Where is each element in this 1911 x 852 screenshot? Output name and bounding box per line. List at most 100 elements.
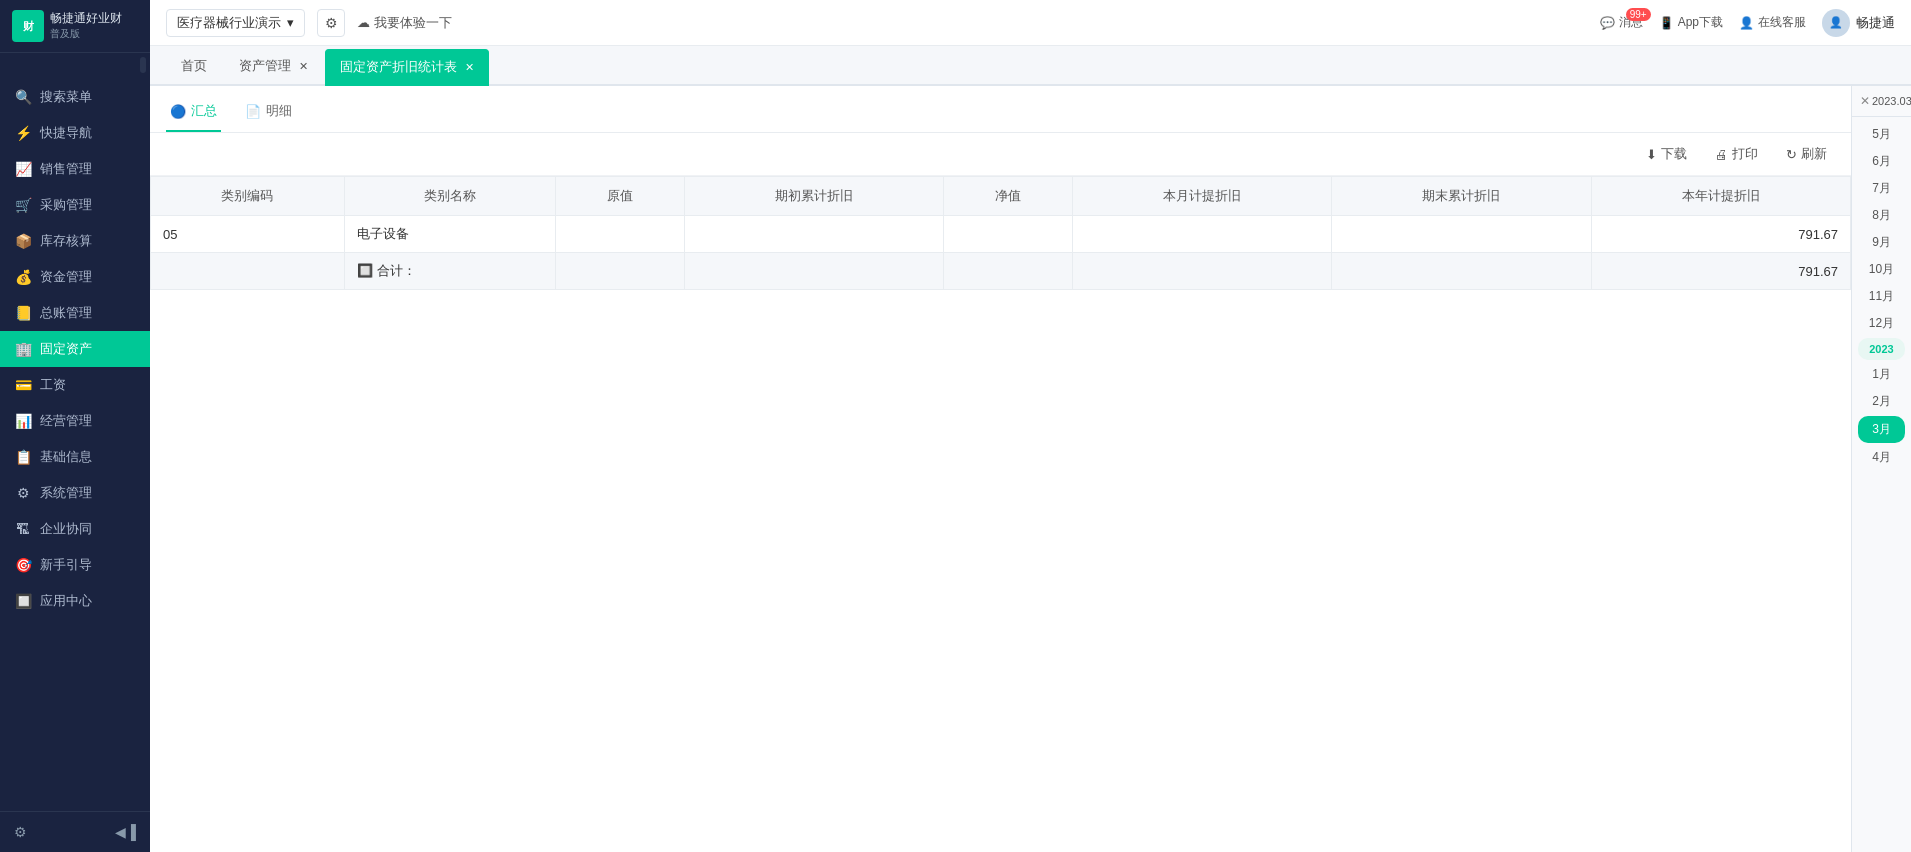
- col-header: 期末累计折旧: [1332, 177, 1591, 216]
- quicknav-icon: ⚡: [14, 125, 32, 141]
- date-list: 5月6月7月8月9月10月11月12月20231月2月3月4月: [1852, 117, 1911, 852]
- total-cell-label: 🔲合计：: [344, 253, 556, 290]
- date-item-4月[interactable]: 4月: [1852, 444, 1911, 471]
- table-header-row: 类别编码类别名称原值期初累计折旧净值本月计提折旧期末累计折旧本年计提折旧: [151, 177, 1851, 216]
- messages-badge: 99+: [1626, 8, 1651, 21]
- enterprise-icon: 🏗: [14, 521, 32, 537]
- sidebar-item-search[interactable]: 🔍 搜索菜单: [0, 79, 150, 115]
- date-item-7月[interactable]: 7月: [1852, 175, 1911, 202]
- sub-tab-icon-summary: 🔵: [170, 104, 186, 119]
- experience-button[interactable]: ☁ 我要体验一下: [357, 14, 452, 32]
- date-item-1月[interactable]: 1月: [1852, 361, 1911, 388]
- total-cell-code: [151, 253, 345, 290]
- total-cell: [556, 253, 684, 290]
- date-item-10月[interactable]: 10月: [1852, 256, 1911, 283]
- sub-tab-icon-detail: 📄: [245, 104, 261, 119]
- sidebar-label-operations: 经营管理: [40, 412, 92, 430]
- table-cell: 电子设备: [344, 216, 556, 253]
- sidebar-label-enterprise: 企业协同: [40, 520, 92, 538]
- operations-icon: 📊: [14, 413, 32, 429]
- sidebar-item-payroll[interactable]: 💳 工资: [0, 367, 150, 403]
- messages-button[interactable]: 💬 消息 99+: [1600, 14, 1643, 31]
- sidebar-bottom: ⚙ ◀▐: [0, 811, 150, 852]
- total-cell: [684, 253, 943, 290]
- date-item-2023[interactable]: 2023: [1858, 338, 1905, 360]
- company-selector[interactable]: 医疗器械行业演示 ▾: [166, 9, 305, 37]
- collapse-icon[interactable]: ◀▐: [111, 820, 140, 844]
- sub-tab-detail[interactable]: 📄 明细: [241, 96, 296, 132]
- app-download-button[interactable]: 📱 App下载: [1659, 14, 1723, 31]
- app-name: 畅捷通好业财: [50, 11, 122, 27]
- refresh-label: 刷新: [1801, 145, 1827, 163]
- sidebar-item-fixedasset[interactable]: 🏢 固定资产: [0, 331, 150, 367]
- sidebar-label-guide: 新手引导: [40, 556, 92, 574]
- sidebar-item-operations[interactable]: 📊 经营管理: [0, 403, 150, 439]
- tab-label-depreciation: 固定资产折旧统计表: [340, 58, 457, 76]
- tab-home[interactable]: 首页: [166, 48, 222, 84]
- refresh-icon: ↻: [1786, 147, 1797, 162]
- inventory-icon: 📦: [14, 233, 32, 249]
- date-item-5月[interactable]: 5月: [1852, 121, 1911, 148]
- sidebar-item-sales[interactable]: 📈 销售管理: [0, 151, 150, 187]
- main-area: 医疗器械行业演示 ▾ ⚙ ☁ 我要体验一下 💬 消息 99+ 📱 App下载 👤…: [150, 0, 1911, 852]
- tab-label-home: 首页: [181, 57, 207, 75]
- date-item-8月[interactable]: 8月: [1852, 202, 1911, 229]
- date-item-12月[interactable]: 12月: [1852, 310, 1911, 337]
- payroll-icon: 💳: [14, 377, 32, 393]
- download-toolbar-icon: ⬇: [1646, 147, 1657, 162]
- col-header: 本年计提折旧: [1591, 177, 1850, 216]
- sidebar-label-finance: 资金管理: [40, 268, 92, 286]
- table-cell: [556, 216, 684, 253]
- user-info[interactable]: 👤 畅捷通: [1822, 9, 1895, 37]
- sidebar-item-basicinfo[interactable]: 📋 基础信息: [0, 439, 150, 475]
- table-cell: [1072, 216, 1331, 253]
- online-service-button[interactable]: 👤 在线客服: [1739, 14, 1806, 31]
- sub-tab-label-summary: 汇总: [191, 102, 217, 120]
- sidebar-item-ledger[interactable]: 📒 总账管理: [0, 295, 150, 331]
- sub-tab-summary[interactable]: 🔵 汇总: [166, 96, 221, 132]
- date-item-6月[interactable]: 6月: [1852, 148, 1911, 175]
- settings-bottom-icon[interactable]: ⚙: [10, 820, 31, 844]
- sidebar-label-inventory: 库存核算: [40, 232, 92, 250]
- sidebar-label-ledger: 总账管理: [40, 304, 92, 322]
- header-right: 💬 消息 99+ 📱 App下载 👤 在线客服 👤 畅捷通: [1600, 9, 1895, 37]
- sidebar-item-sysconfig[interactable]: ⚙ 系统管理: [0, 475, 150, 511]
- print-button[interactable]: 🖨 打印: [1707, 141, 1766, 167]
- date-item-11月[interactable]: 11月: [1852, 283, 1911, 310]
- sales-icon: 📈: [14, 161, 32, 177]
- company-name: 医疗器械行业演示: [177, 14, 281, 32]
- right-panel: ✕ 2023.03 ⤢ 5月6月7月8月9月10月11月12月20231月2月3…: [1851, 86, 1911, 852]
- settings-icon: ⚙: [325, 15, 338, 31]
- message-icon: 💬: [1600, 16, 1615, 30]
- tab-asset_manage[interactable]: 资产管理✕: [224, 48, 323, 84]
- date-item-2月[interactable]: 2月: [1852, 388, 1911, 415]
- sidebar-item-appcenter[interactable]: 🔲 应用中心: [0, 583, 150, 619]
- app-download-label: App下载: [1678, 14, 1723, 31]
- sidebar-label-payroll: 工资: [40, 376, 66, 394]
- tab-depreciation[interactable]: 固定资产折旧统计表 ✕: [325, 49, 489, 86]
- depreciation-table: 类别编码类别名称原值期初累计折旧净值本月计提折旧期末累计折旧本年计提折旧 05电…: [150, 176, 1851, 290]
- print-icon: 🖨: [1715, 147, 1728, 162]
- date-item-9月[interactable]: 9月: [1852, 229, 1911, 256]
- tabs-bar: 首页资产管理✕ 固定资产折旧统计表 ✕: [150, 46, 1911, 86]
- basicinfo-icon: 📋: [14, 449, 32, 465]
- sidebar-item-inventory[interactable]: 📦 库存核算: [0, 223, 150, 259]
- sidebar-item-guide[interactable]: 🎯 新手引导: [0, 547, 150, 583]
- tab-close-asset_manage[interactable]: ✕: [299, 60, 308, 73]
- tab-close-depreciation[interactable]: ✕: [465, 61, 474, 74]
- sidebar-item-purchase[interactable]: 🛒 采购管理: [0, 187, 150, 223]
- sidebar-item-enterprise[interactable]: 🏗 企业协同: [0, 511, 150, 547]
- refresh-button[interactable]: ↻ 刷新: [1778, 141, 1835, 167]
- cloud-icon: ☁: [357, 15, 370, 30]
- download-label: 下载: [1661, 145, 1687, 163]
- sidebar-item-quicknav[interactable]: ⚡ 快捷导航: [0, 115, 150, 151]
- date-item-3月[interactable]: 3月: [1858, 416, 1905, 443]
- finance-icon: 💰: [14, 269, 32, 285]
- total-cell: [944, 253, 1072, 290]
- col-header: 原值: [556, 177, 684, 216]
- header-settings-button[interactable]: ⚙: [317, 9, 345, 37]
- sidebar-item-finance[interactable]: 💰 资金管理: [0, 259, 150, 295]
- close-panel-icon[interactable]: ✕: [1858, 92, 1872, 110]
- download-button[interactable]: ⬇ 下载: [1638, 141, 1695, 167]
- service-label: 在线客服: [1758, 14, 1806, 31]
